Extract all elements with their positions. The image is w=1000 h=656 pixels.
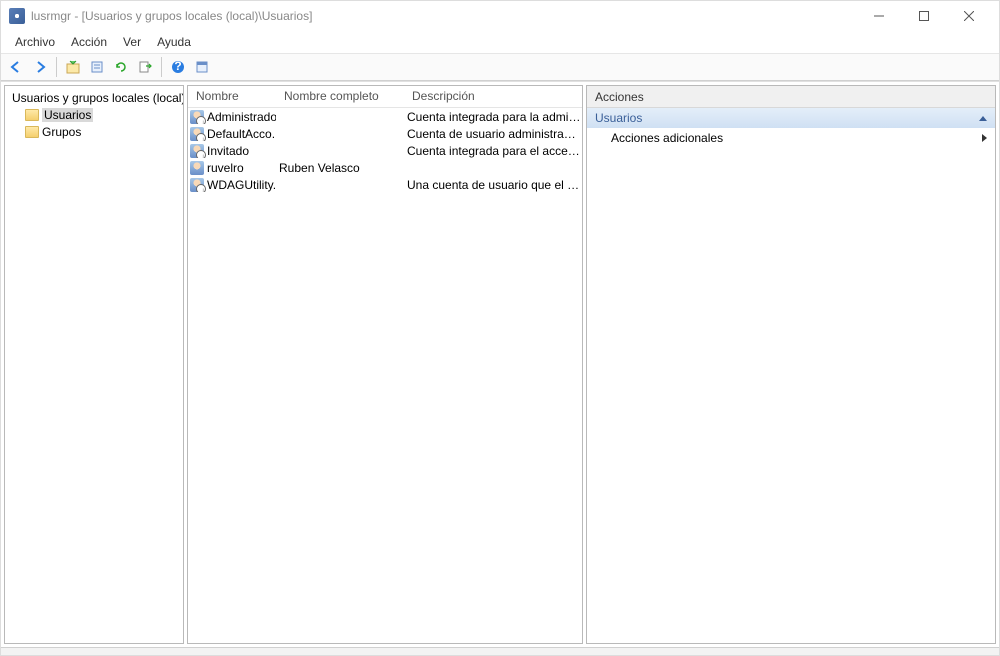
column-description[interactable]: Descripción <box>404 86 582 107</box>
actions-panel: Acciones Usuarios Acciones adicionales <box>586 85 996 644</box>
refresh-button[interactable] <box>110 56 132 78</box>
menubar: Archivo Acción Ver Ayuda <box>1 31 999 53</box>
close-button[interactable] <box>946 2 991 30</box>
list-row[interactable]: ruvelro Ruben Velasco <box>188 159 582 176</box>
user-icon <box>190 144 204 158</box>
list-panel: Nombre Nombre completo Descripción Admin… <box>187 85 583 644</box>
titlebar: lusrmgr - [Usuarios y grupos locales (lo… <box>1 1 999 31</box>
user-icon <box>190 110 204 124</box>
user-description: Cuenta integrada para el acceso c... <box>404 144 582 158</box>
statusbar <box>1 647 999 655</box>
up-button[interactable] <box>62 56 84 78</box>
window-title: lusrmgr - [Usuarios y grupos locales (lo… <box>31 9 312 23</box>
app-icon <box>9 8 25 24</box>
svg-text:?: ? <box>174 60 181 73</box>
view-button[interactable] <box>191 56 213 78</box>
folder-icon <box>25 126 39 138</box>
menu-action[interactable]: Acción <box>63 33 115 51</box>
tree-root-label: Usuarios y grupos locales (local) <box>12 91 184 105</box>
user-icon <box>190 161 204 175</box>
list-row[interactable]: DefaultAcco... Cuenta de usuario administ… <box>188 125 582 142</box>
actions-section-users[interactable]: Usuarios <box>587 108 995 128</box>
user-name: Invitado <box>207 144 249 158</box>
menu-file[interactable]: Archivo <box>7 33 63 51</box>
content-area: Usuarios y grupos locales (local) Usuari… <box>1 81 999 647</box>
collapse-icon <box>979 116 987 121</box>
forward-button[interactable] <box>29 56 51 78</box>
list-row[interactable]: WDAGUtility... Una cuenta de usuario que … <box>188 176 582 193</box>
user-icon <box>190 178 204 192</box>
minimize-button[interactable] <box>856 2 901 30</box>
user-description: Una cuenta de usuario que el siste... <box>404 178 582 192</box>
user-name: Administrador <box>207 110 276 124</box>
tree-panel: Usuarios y grupos locales (local) Usuari… <box>4 85 184 644</box>
user-fullname: Ruben Velasco <box>276 161 404 175</box>
properties-button[interactable] <box>86 56 108 78</box>
export-button[interactable] <box>134 56 156 78</box>
maximize-button[interactable] <box>901 2 946 30</box>
list-row[interactable]: Administrador Cuenta integrada para la ad… <box>188 108 582 125</box>
help-button[interactable]: ? <box>167 56 189 78</box>
menu-view[interactable]: Ver <box>115 33 149 51</box>
user-name: DefaultAcco... <box>207 127 276 141</box>
user-icon <box>190 127 204 141</box>
actions-section-label: Usuarios <box>595 111 642 125</box>
tree-groups-label: Grupos <box>42 125 81 139</box>
column-fullname[interactable]: Nombre completo <box>276 86 404 107</box>
user-name: ruvelro <box>207 161 244 175</box>
tree-users[interactable]: Usuarios <box>7 106 181 123</box>
actions-additional-label: Acciones adicionales <box>611 131 723 145</box>
chevron-right-icon <box>982 134 987 142</box>
actions-header: Acciones <box>587 86 995 108</box>
list-body: Administrador Cuenta integrada para la ad… <box>188 108 582 643</box>
tree-users-label: Usuarios <box>42 108 93 122</box>
back-button[interactable] <box>5 56 27 78</box>
toolbar: ? <box>1 53 999 81</box>
column-name[interactable]: Nombre <box>188 86 276 107</box>
actions-additional[interactable]: Acciones adicionales <box>587 128 995 148</box>
user-description: Cuenta de usuario administrada p... <box>404 127 582 141</box>
list-row[interactable]: Invitado Cuenta integrada para el acceso … <box>188 142 582 159</box>
folder-icon <box>25 109 39 121</box>
menu-help[interactable]: Ayuda <box>149 33 199 51</box>
user-description: Cuenta integrada para la administ... <box>404 110 582 124</box>
tree-root[interactable]: Usuarios y grupos locales (local) <box>7 89 181 106</box>
tree-groups[interactable]: Grupos <box>7 123 181 140</box>
user-name: WDAGUtility... <box>207 178 276 192</box>
list-header: Nombre Nombre completo Descripción <box>188 86 582 108</box>
